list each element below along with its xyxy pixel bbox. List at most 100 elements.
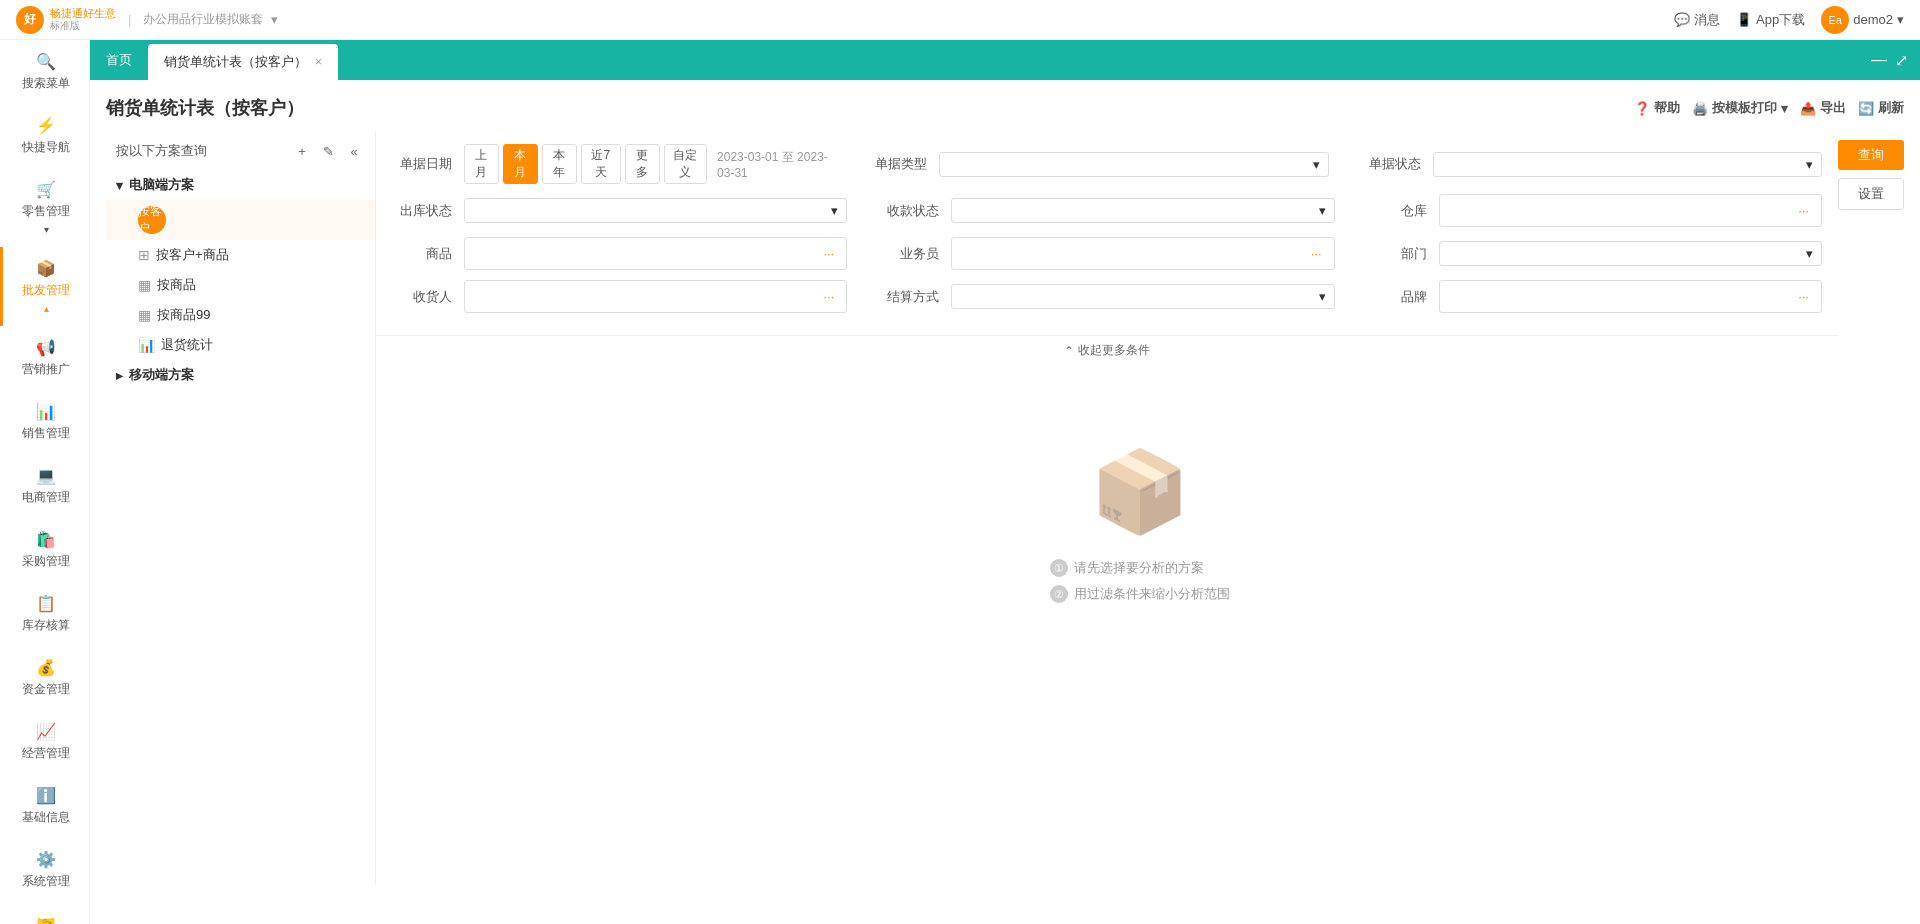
query-btn[interactable]: 查询: [1838, 140, 1904, 170]
payment-method-select[interactable]: ▾: [951, 284, 1334, 309]
export-btn[interactable]: 📤 导出: [1800, 99, 1846, 117]
sidebar-item-wholesale[interactable]: 📦 批发管理 ▴: [0, 247, 89, 326]
date-this-year-btn[interactable]: 本年: [542, 144, 577, 184]
date-this-month-btn[interactable]: 本月: [503, 144, 538, 184]
filter-row-3: 商品 ··· 业务员 ···: [392, 237, 1822, 270]
tab-active[interactable]: 销货单统计表（按客户） ×: [148, 44, 338, 80]
consignee-select[interactable]: ···: [464, 280, 847, 313]
tab-maximize-btn[interactable]: ⤢: [1895, 51, 1908, 70]
brand-dots-btn[interactable]: ···: [1794, 285, 1813, 308]
salesperson-select[interactable]: ···: [951, 237, 1334, 270]
refresh-btn[interactable]: 🔄 刷新: [1858, 99, 1904, 117]
message-icon: 💬: [1674, 12, 1690, 27]
sidebar-item-purchase[interactable]: 🛍️ 采购管理: [0, 518, 89, 582]
payment-status-select[interactable]: ▾: [951, 198, 1334, 223]
print-chevron: ▾: [1781, 101, 1788, 116]
tab-controls: — ⤢: [1871, 51, 1920, 70]
collab-icon: 🤝: [36, 914, 56, 924]
print-icon: 🖨️: [1692, 101, 1708, 116]
warehouse-select[interactable]: ···: [1439, 194, 1822, 227]
filter-area: 单据日期 上月 本月 本年 近7天 更多: [376, 132, 1904, 365]
doc-status-label: 单据状态: [1361, 155, 1421, 173]
top-bar: 好 畅捷通好生意 标准版 | 办公用品行业模拟账套 ▾ 💬 消息 📱 App下载…: [0, 0, 1920, 40]
date-7days-btn[interactable]: 近7天: [581, 144, 621, 184]
empty-tips: ① 请先选择要分析的方案 ② 用过滤条件来缩小分析范围: [1050, 555, 1230, 607]
payment-method-label: 结算方式: [879, 288, 939, 306]
user-profile[interactable]: Ea demo2 ▾: [1821, 6, 1904, 34]
add-scheme-btn[interactable]: +: [291, 140, 313, 162]
out-status-select[interactable]: ▾: [464, 198, 847, 223]
sidebar-item-operations[interactable]: 📈 经营管理: [0, 710, 89, 774]
filter-fields: 单据日期 上月 本月 本年 近7天 更多: [376, 132, 1838, 365]
page-actions: ❓ 帮助 🖨️ 按模板打印 ▾ 📤 导出 �: [1634, 99, 1904, 117]
tree-item-customer-product[interactable]: ⊞ 按客户+商品: [106, 240, 375, 270]
sidebar-item-finance[interactable]: 💰 资金管理: [0, 646, 89, 710]
ecommerce-icon: 💻: [36, 466, 56, 485]
tree-item-return-stats[interactable]: 📊 退货统计: [106, 330, 375, 360]
product-label: 商品: [392, 245, 452, 263]
sidebar-item-ecommerce[interactable]: 💻 电商管理: [0, 454, 89, 518]
logo-text: 畅捷通好生意 标准版: [50, 7, 116, 32]
consignee-dots-btn[interactable]: ···: [819, 285, 838, 308]
finance-icon: 💰: [36, 658, 56, 677]
collapse-bar[interactable]: ⌃ 收起更多条件: [376, 336, 1838, 365]
department-label: 部门: [1367, 245, 1427, 263]
tab-minimize-btn[interactable]: —: [1871, 51, 1887, 69]
filter-row-1: 单据日期 上月 本月 本年 近7天 更多: [392, 144, 1822, 184]
retail-icon: 🛒: [36, 180, 56, 199]
date-more-btn[interactable]: 更多: [625, 144, 660, 184]
help-btn[interactable]: ❓ 帮助: [1634, 99, 1680, 117]
warehouse-dots-btn[interactable]: ···: [1794, 199, 1813, 222]
sidebar-item-nav[interactable]: ⚡ 快捷导航: [0, 104, 89, 168]
date-custom-btn[interactable]: 自定义: [664, 144, 707, 184]
filter-panel: 单据日期 上月 本月 本年 近7天 更多: [376, 132, 1838, 336]
sidebar-item-retail[interactable]: 🛒 零售管理 ▾: [0, 168, 89, 247]
tree-collapse-icon: ▸: [116, 368, 123, 383]
tree-section-mobile[interactable]: ▸ 移动端方案: [106, 360, 375, 390]
message-action[interactable]: 💬 消息: [1674, 11, 1720, 29]
top-bar-right: 💬 消息 📱 App下载 Ea demo2 ▾: [1674, 6, 1904, 34]
setup-btn[interactable]: 设置: [1838, 178, 1904, 210]
edit-scheme-btn[interactable]: ✎: [317, 140, 339, 162]
date-prev-month-btn[interactable]: 上月: [464, 144, 499, 184]
chevron-down-icon: ▾: [1319, 289, 1326, 304]
product-dots-btn[interactable]: ···: [819, 242, 838, 265]
breadcrumb-arrow[interactable]: ▾: [271, 12, 278, 27]
tree-item-product99[interactable]: ▦ 按商品99: [106, 300, 375, 330]
tip-item-1: ① 请先选择要分析的方案: [1050, 555, 1230, 581]
tab-home[interactable]: 首页: [90, 40, 148, 80]
tree-item-product[interactable]: ▦ 按商品: [106, 270, 375, 300]
nav-icon: ⚡: [36, 116, 56, 135]
sidebar-item-search[interactable]: 🔍 搜索菜单: [0, 40, 89, 104]
sidebar-item-marketing[interactable]: 📢 营销推广: [0, 326, 89, 390]
right-panel: 单据日期 上月 本月 本年 近7天 更多: [376, 132, 1904, 884]
sidebar-item-sales[interactable]: 📊 销售管理: [0, 390, 89, 454]
tip-item-2: ② 用过滤条件来缩小分析范围: [1050, 581, 1230, 607]
expand-icon: ▾: [44, 224, 49, 235]
brand-select[interactable]: ···: [1439, 280, 1822, 313]
collapse-panel-btn[interactable]: «: [343, 140, 365, 162]
tree-item-by-customer[interactable]: 按客户: [106, 200, 375, 240]
sidebar-item-inventory[interactable]: 📋 库存核算: [0, 582, 89, 646]
sidebar-item-basic[interactable]: ℹ️ 基础信息: [0, 774, 89, 838]
left-panel-actions: + ✎ «: [291, 140, 365, 162]
tip-num-2: ②: [1050, 585, 1068, 603]
page-header: 销货单统计表（按客户） ❓ 帮助 🖨️ 按模板打印 ▾ 📤: [106, 96, 1904, 120]
doc-status-select[interactable]: ▾: [1433, 152, 1822, 177]
chevron-down-icon: ▾: [1897, 12, 1904, 27]
app-download-action[interactable]: 📱 App下载: [1736, 11, 1805, 29]
sidebar-item-system[interactable]: ⚙️ 系统管理: [0, 838, 89, 902]
tab-bar: 首页 销货单统计表（按客户） × — ⤢: [90, 40, 1920, 80]
tab-close-btn[interactable]: ×: [315, 55, 322, 69]
warehouse-label: 仓库: [1367, 202, 1427, 220]
date-control: 上月 本月 本年 近7天 更多 自定义 2023-03-01 至 20: [464, 144, 835, 184]
consignee-label: 收货人: [392, 288, 452, 306]
tree-section-pc[interactable]: ▾ 电脑端方案: [106, 170, 375, 200]
product-select[interactable]: ···: [464, 237, 847, 270]
print-btn[interactable]: 🖨️ 按模板打印 ▾: [1692, 99, 1788, 117]
salesperson-dots-btn[interactable]: ···: [1307, 242, 1326, 265]
marketing-icon: 📢: [36, 338, 56, 357]
doc-type-select[interactable]: ▾: [939, 152, 1328, 177]
sidebar-item-collab[interactable]: 🤝 企业协同: [0, 902, 89, 924]
department-select[interactable]: ▾: [1439, 241, 1822, 266]
